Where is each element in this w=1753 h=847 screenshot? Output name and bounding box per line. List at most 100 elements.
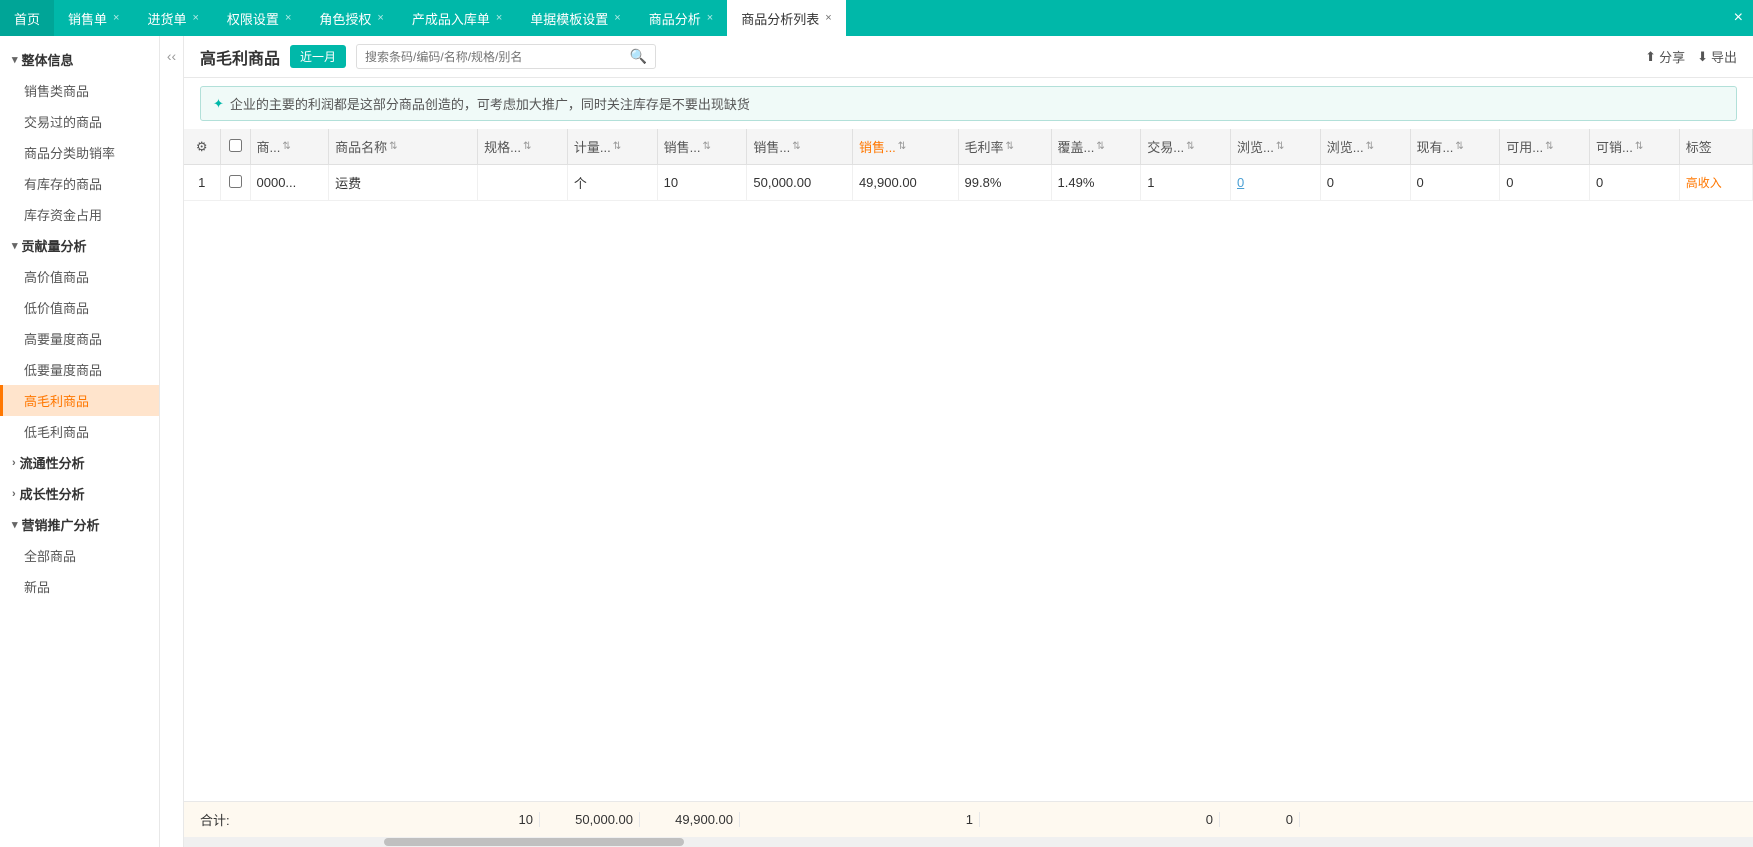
col-sale-amount[interactable]: 销售... ⇅ (747, 129, 853, 165)
export-btn[interactable]: ⬇ 导出 (1697, 47, 1737, 66)
sidebar-item-new-goods[interactable]: 新品 (0, 571, 159, 602)
top-nav: 首页 销售单 × 进货单 × 权限设置 × 角色授权 × 产成品入库单 × 单据… (0, 0, 1753, 36)
cell-trade-count: 1 (1141, 165, 1231, 201)
col-browse1[interactable]: 浏览... ⇅ (1231, 129, 1321, 165)
table-container[interactable]: ⚙ 商... ⇅ 商品名称 (184, 129, 1753, 801)
nav-purchase[interactable]: 进货单 × (133, 0, 212, 36)
search-icon[interactable]: 🔍 (630, 48, 647, 65)
total-cells: 10 50,000.00 49,900.00 1 0 0 (260, 812, 1737, 827)
col-trade-count[interactable]: 交易... ⇅ (1141, 129, 1231, 165)
close-sales-tab[interactable]: × (113, 12, 119, 24)
col-sale-profit[interactable]: 销售... ⇅ (852, 129, 958, 165)
sidebar-item-high-demand[interactable]: 高要量度商品 (0, 323, 159, 354)
cell-sale-amount: 50,000.00 (747, 165, 853, 201)
nav-roles[interactable]: 角色授权 × (305, 0, 397, 36)
cell-index: 1 (184, 165, 220, 201)
close-template-settings-tab[interactable]: × (614, 12, 620, 24)
footer-sale-amount: 50,000.00 (540, 812, 640, 827)
nav-template-settings[interactable]: 单据模板设置 × (516, 0, 634, 36)
right-actions: ⬆ 分享 ⬇ 导出 (1645, 47, 1737, 66)
sidebar-item-low-margin[interactable]: 低毛利商品 (0, 416, 159, 447)
close-purchase-tab[interactable]: × (192, 12, 198, 24)
share-btn[interactable]: ⬆ 分享 (1645, 47, 1685, 66)
cell-name: 运费 (329, 165, 478, 201)
sidebar-group-contribution[interactable]: ▾ 贡献量分析 (0, 230, 159, 261)
col-tag[interactable]: 标签 (1679, 129, 1752, 165)
sidebar-item-category-rate[interactable]: 商品分类助销率 (0, 137, 159, 168)
cell-cover-rate: 1.49% (1051, 165, 1141, 201)
filter-month-btn[interactable]: 近一月 (290, 45, 346, 68)
nav-home[interactable]: 首页 (0, 0, 54, 36)
nav-product-instock[interactable]: 产成品入库单 × (398, 0, 516, 36)
cell-browse2: 0 (1320, 165, 1410, 201)
close-roles-tab[interactable]: × (377, 12, 383, 24)
cell-avail-stock: 0 (1500, 165, 1590, 201)
collapse-sidebar-btn[interactable]: ‹‹ (160, 36, 184, 847)
nav-product-analysis-list[interactable]: 商品分析列表 × (727, 0, 845, 36)
col-sale-stock[interactable]: 可销... ⇅ (1590, 129, 1680, 165)
col-spec[interactable]: 规格... ⇅ (478, 129, 568, 165)
export-icon: ⬇ (1697, 49, 1708, 65)
cell-browse1[interactable]: 0 (1231, 165, 1321, 201)
sidebar-group-growth[interactable]: › 成长性分析 (0, 478, 159, 509)
close-all-tabs[interactable]: × (1734, 9, 1743, 27)
sidebar: ▾ 整体信息 销售类商品 交易过的商品 商品分类助销率 有库存的商品 库存资金占… (0, 36, 160, 847)
nav-product-analysis[interactable]: 商品分析 × (635, 0, 727, 36)
close-product-analysis-list-tab[interactable]: × (825, 12, 831, 24)
close-permissions-tab[interactable]: × (285, 12, 291, 24)
col-settings[interactable]: ⚙ (184, 129, 220, 165)
footer-sale-qty: 10 (460, 812, 540, 827)
cell-sale-qty: 10 (657, 165, 747, 201)
table-row: 1 0000... 运费 (184, 165, 1753, 201)
cell-gross-rate: 99.8% (958, 165, 1051, 201)
scrollbar-thumb[interactable] (384, 838, 684, 846)
col-browse2[interactable]: 浏览... ⇅ (1320, 129, 1410, 165)
search-input[interactable] (365, 50, 626, 64)
col-current-stock[interactable]: 现有... ⇅ (1410, 129, 1500, 165)
content-panel: 高毛利商品 近一月 🔍 ⬆ 分享 ⬇ 导出 ✦ 企业的主要的利润都是这部分商品创… (184, 36, 1753, 847)
footer-bar: 合计: 10 50,000.00 49,900.00 1 0 0 (184, 801, 1753, 837)
arrow-liquidity: › (12, 457, 16, 469)
col-unit[interactable]: 计量... ⇅ (567, 129, 657, 165)
cell-code: 0000... (250, 165, 329, 201)
col-gross-rate[interactable]: 毛利率 ⇅ (958, 129, 1051, 165)
col-sale-qty[interactable]: 销售... ⇅ (657, 129, 747, 165)
sidebar-item-in-stock[interactable]: 有库存的商品 (0, 168, 159, 199)
col-avail-stock[interactable]: 可用... ⇅ (1500, 129, 1590, 165)
sidebar-item-low-value[interactable]: 低价值商品 (0, 292, 159, 323)
cell-spec (478, 165, 568, 201)
search-box: 🔍 (356, 44, 656, 69)
col-name[interactable]: 商品名称 ⇅ (329, 129, 478, 165)
data-table: ⚙ 商... ⇅ 商品名称 (184, 129, 1753, 201)
arrow-overall: ▾ (12, 53, 18, 66)
horizontal-scrollbar[interactable] (184, 837, 1753, 847)
close-product-instock-tab[interactable]: × (496, 12, 502, 24)
row-checkbox[interactable] (229, 175, 242, 188)
sidebar-item-traded-goods[interactable]: 交易过的商品 (0, 106, 159, 137)
nav-sales[interactable]: 销售单 × (54, 0, 133, 36)
sidebar-item-high-value[interactable]: 高价值商品 (0, 261, 159, 292)
nav-permissions[interactable]: 权限设置 × (213, 0, 305, 36)
sidebar-group-overall[interactable]: ▾ 整体信息 (0, 44, 159, 75)
settings-icon[interactable]: ⚙ (196, 139, 208, 154)
sidebar-item-stock-capital[interactable]: 库存资金占用 (0, 199, 159, 230)
col-cover-rate[interactable]: 覆盖... ⇅ (1051, 129, 1141, 165)
col-code[interactable]: 商... ⇅ (250, 129, 329, 165)
sidebar-item-low-demand[interactable]: 低要量度商品 (0, 354, 159, 385)
col-checkbox (220, 129, 250, 165)
close-product-analysis-tab[interactable]: × (707, 12, 713, 24)
sidebar-group-marketing[interactable]: ▾ 营销推广分析 (0, 509, 159, 540)
table-header-row: ⚙ 商... ⇅ 商品名称 (184, 129, 1753, 165)
cell-sale-stock: 0 (1590, 165, 1680, 201)
share-icon: ⬆ (1645, 49, 1656, 65)
sidebar-item-all-goods[interactable]: 全部商品 (0, 540, 159, 571)
footer-current-stock: 0 (1140, 812, 1220, 827)
footer-avail-stock: 0 (1220, 812, 1300, 827)
content-header: 高毛利商品 近一月 🔍 ⬆ 分享 ⬇ 导出 (184, 36, 1753, 78)
tip-icon: ✦ (213, 96, 224, 112)
select-all-checkbox[interactable] (229, 139, 242, 152)
footer-trade-count: 1 (900, 812, 980, 827)
sidebar-item-sales-goods[interactable]: 销售类商品 (0, 75, 159, 106)
sidebar-group-liquidity[interactable]: › 流通性分析 (0, 447, 159, 478)
sidebar-item-high-margin[interactable]: 高毛利商品 (0, 385, 159, 416)
